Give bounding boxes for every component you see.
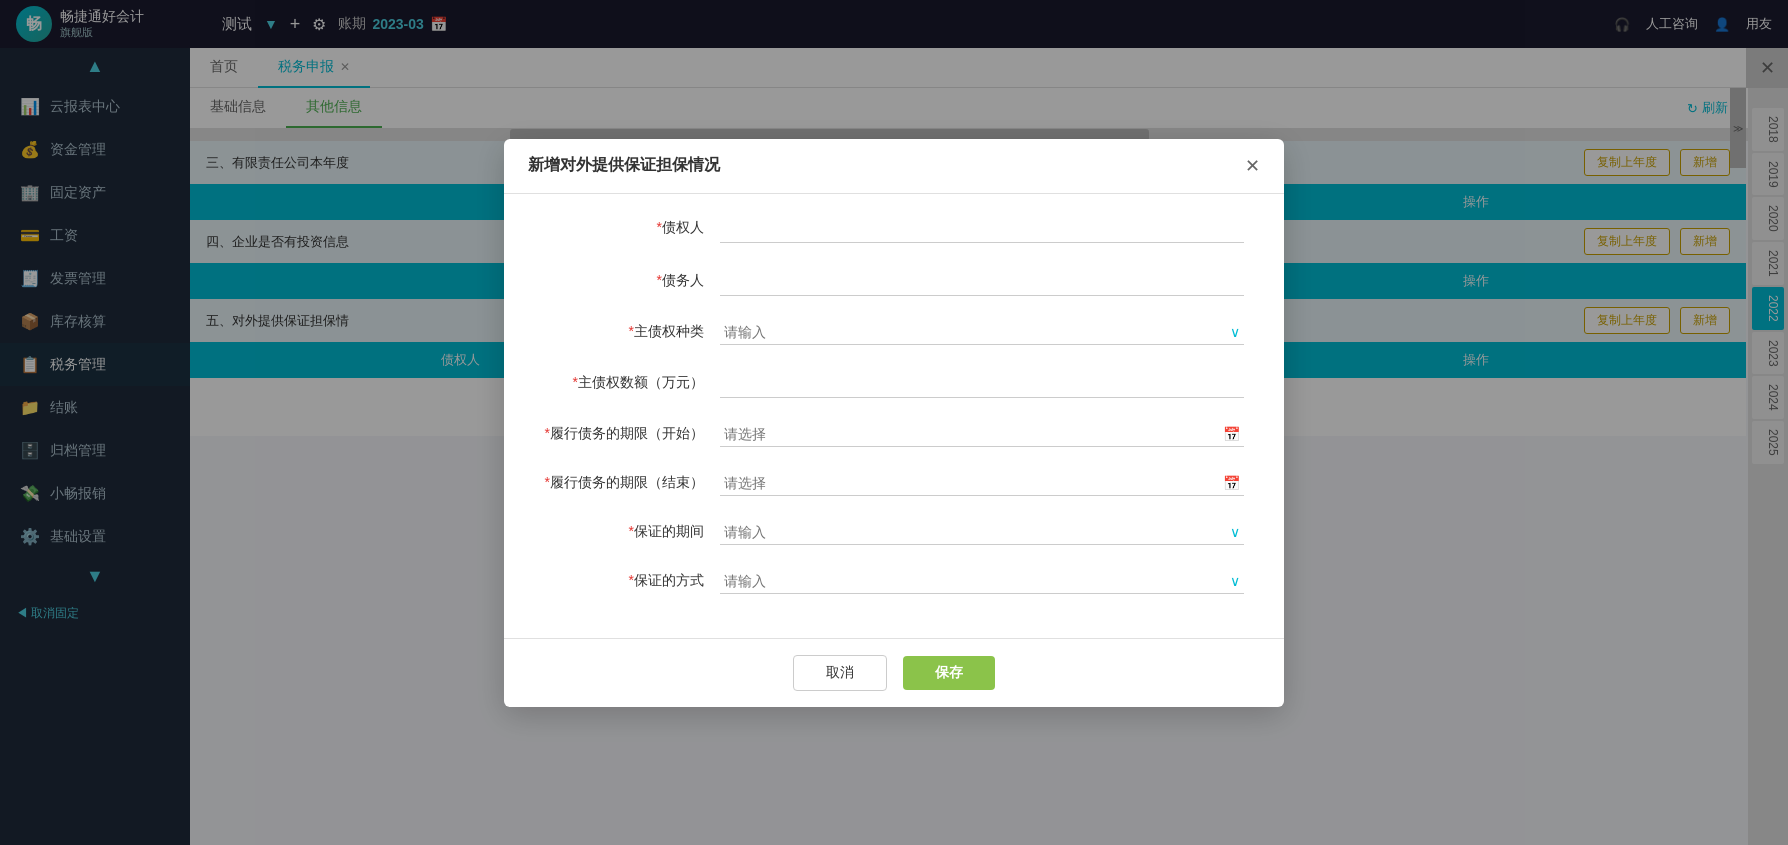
modal-title: 新增对外提供保证担保情况 <box>528 155 720 176</box>
modal-body: *债权人 *债务人 *主债权种类 ∨ <box>504 194 1284 638</box>
claim-amount-required: * <box>573 374 578 390</box>
period-end-calendar-icon[interactable]: 📅 <box>1223 475 1240 491</box>
claim-amount-input[interactable] <box>720 369 1244 398</box>
modal-overlay: 新增对外提供保证担保情况 ✕ *债权人 *债务人 * <box>0 0 1788 845</box>
cancel-button[interactable]: 取消 <box>793 655 887 691</box>
guarantee-period-select-wrapper[interactable]: ∨ <box>720 520 1244 545</box>
debtor-input[interactable] <box>720 267 1244 296</box>
guarantee-method-input[interactable] <box>724 573 1230 589</box>
debtor-required: * <box>657 272 662 288</box>
creditor-label: *债权人 <box>544 219 704 237</box>
guarantee-period-input[interactable] <box>724 524 1230 540</box>
period-end-input[interactable] <box>724 475 1223 491</box>
form-row-claim-type: *主债权种类 ∨ <box>544 320 1244 345</box>
claim-type-input[interactable] <box>724 324 1230 340</box>
period-start-label: *履行债务的期限（开始） <box>544 425 704 443</box>
period-end-date-wrapper[interactable]: 📅 <box>720 471 1244 496</box>
claim-type-select-wrapper[interactable]: ∨ <box>720 320 1244 345</box>
period-start-date-wrapper[interactable]: 📅 <box>720 422 1244 447</box>
period-end-required: * <box>545 474 550 490</box>
modal-footer: 取消 保存 <box>504 638 1284 707</box>
creditor-required: * <box>657 219 662 235</box>
guarantee-period-label: *保证的期间 <box>544 523 704 541</box>
creditor-input[interactable] <box>720 214 1244 243</box>
modal-header: 新增对外提供保证担保情况 ✕ <box>504 139 1284 194</box>
claim-type-arrow: ∨ <box>1230 324 1240 340</box>
period-start-input[interactable] <box>724 426 1223 442</box>
form-row-claim-amount: *主债权数额（万元） <box>544 369 1244 398</box>
claim-type-label: *主债权种类 <box>544 323 704 341</box>
save-button[interactable]: 保存 <box>903 656 995 690</box>
guarantee-method-label: *保证的方式 <box>544 572 704 590</box>
guarantee-method-required: * <box>629 572 634 588</box>
form-row-period-end: *履行债务的期限（结束） 📅 <box>544 471 1244 496</box>
guarantee-method-arrow: ∨ <box>1230 573 1240 589</box>
debtor-label: *债务人 <box>544 272 704 290</box>
form-row-guarantee-period: *保证的期间 ∨ <box>544 520 1244 545</box>
claim-type-required: * <box>629 323 634 339</box>
period-start-calendar-icon[interactable]: 📅 <box>1223 426 1240 442</box>
modal-close-button[interactable]: ✕ <box>1245 155 1260 177</box>
form-row-debtor: *债务人 <box>544 267 1244 296</box>
guarantee-period-required: * <box>629 523 634 539</box>
form-row-creditor: *债权人 <box>544 214 1244 243</box>
form-row-guarantee-method: *保证的方式 ∨ <box>544 569 1244 594</box>
claim-amount-label: *主债权数额（万元） <box>544 374 704 392</box>
period-start-required: * <box>545 425 550 441</box>
form-row-period-start: *履行债务的期限（开始） 📅 <box>544 422 1244 447</box>
period-end-label: *履行债务的期限（结束） <box>544 474 704 492</box>
guarantee-period-arrow: ∨ <box>1230 524 1240 540</box>
guarantee-method-select-wrapper[interactable]: ∨ <box>720 569 1244 594</box>
modal: 新增对外提供保证担保情况 ✕ *债权人 *债务人 * <box>504 139 1284 707</box>
